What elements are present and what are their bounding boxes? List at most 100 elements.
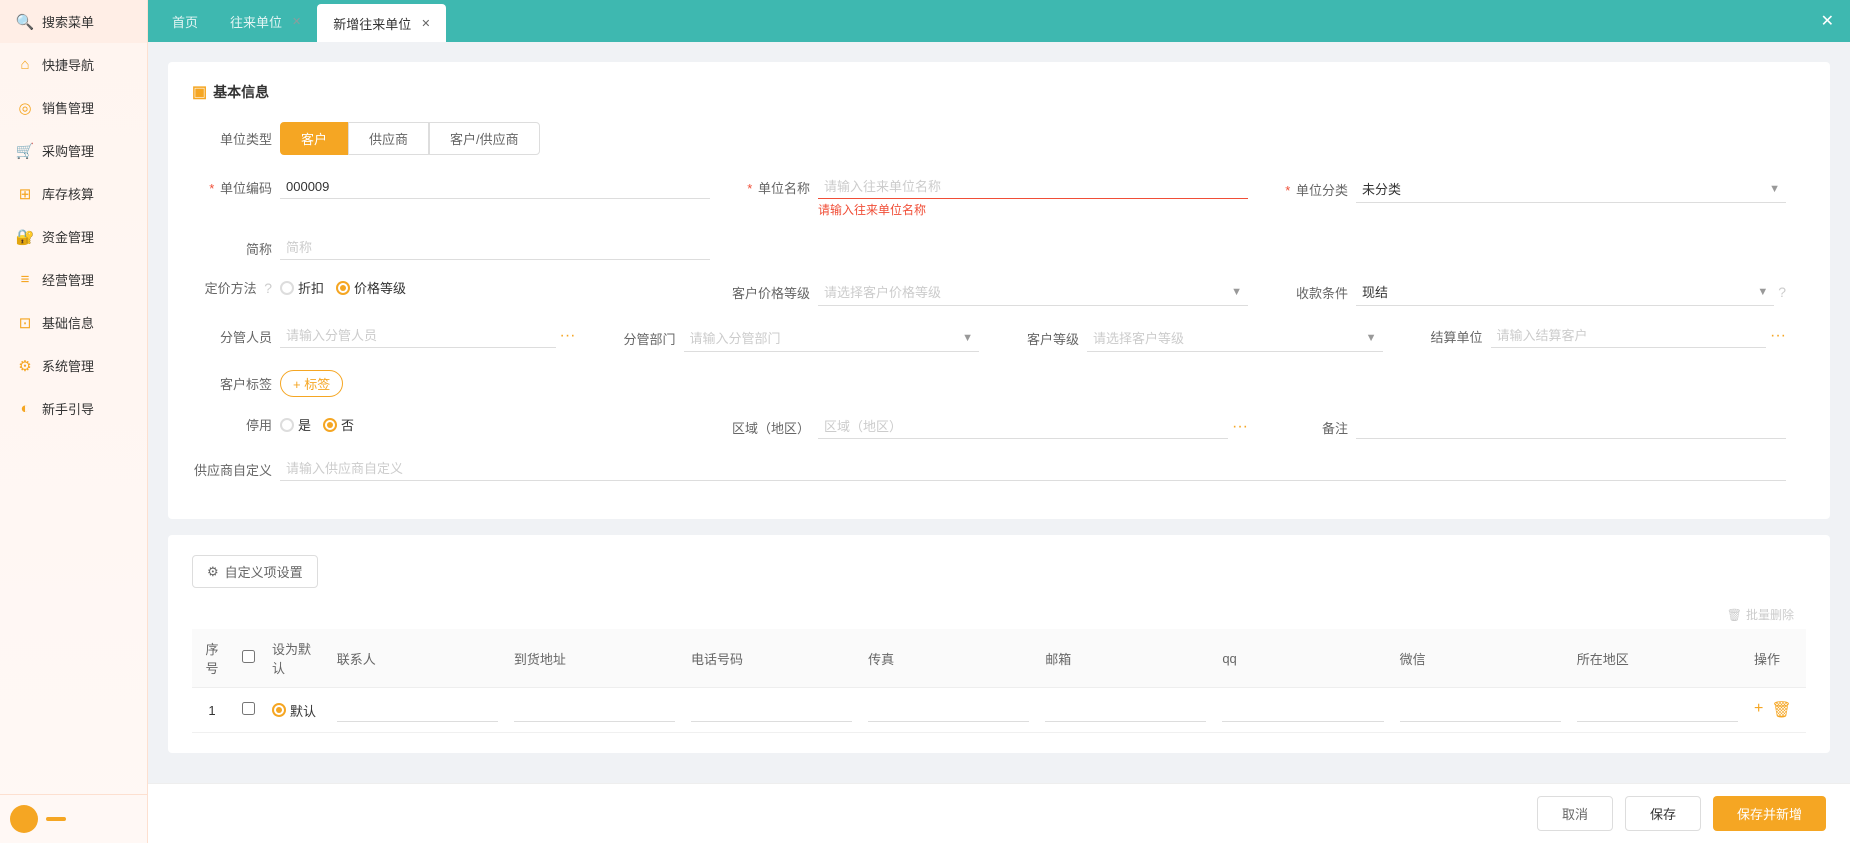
sidebar-item-purchase[interactable]: 🛒 采购管理 [0,129,147,172]
customer-level-select[interactable]: 请选择客户等级 ▼ [1087,324,1383,352]
payment-select[interactable]: 现结 ▼ [1356,278,1774,306]
fax-input[interactable] [868,698,1029,722]
row-region[interactable] [1569,688,1746,733]
sidebar-item-operations[interactable]: ≡ 经营管理 [0,258,147,301]
unit-code-input[interactable] [280,175,710,199]
main-area: 首页 往来单位 ✕ 新增往来单位 ✕ ✕ ▣ 基本信息 单位类型 客户 供应商 … [148,0,1850,843]
address-input[interactable] [514,698,675,722]
save-new-button[interactable]: 保存并新增 [1713,796,1826,831]
contact-input[interactable] [337,698,498,722]
sidebar-item-label: 基础信息 [42,313,94,332]
radio-disable-no[interactable]: 否 [323,415,354,434]
add-tag-label: + 标签 [293,374,330,393]
sidebar-item-label: 快捷导航 [42,55,94,74]
payment-help-icon[interactable]: ? [1778,284,1786,300]
manager-more-icon[interactable]: ··· [560,327,576,345]
manager-input[interactable] [280,324,556,348]
wechat-input[interactable] [1400,698,1561,722]
region-more-icon[interactable]: ··· [1232,418,1248,436]
form-row-tags: 客户标签 + 标签 [192,370,1806,397]
sidebar-item-basic[interactable]: ⊡ 基础信息 [0,301,147,344]
row-checkbox[interactable] [242,702,255,715]
sidebar-item-quick-nav[interactable]: ⌂ 快捷导航 [0,43,147,86]
add-tag-button[interactable]: + 标签 [280,370,343,397]
sidebar-item-label: 库存核算 [42,184,94,203]
radio-price-level[interactable]: 价格等级 [336,278,406,297]
tab-partners-close[interactable]: ✕ [292,15,301,28]
email-input[interactable] [1045,698,1206,722]
sidebar-item-inventory[interactable]: ⊞ 库存核算 [0,172,147,215]
sales-icon: ◎ [16,99,34,117]
sidebar-item-finance[interactable]: 🔐 资金管理 [0,215,147,258]
phone-input[interactable] [691,698,852,722]
field-dept: 分管部门 请输入分管部门 ▼ [596,324,980,352]
sidebar-item-label: 搜索菜单 [42,12,94,31]
col-contact: 联系人 [329,629,506,688]
tab-partners[interactable]: 往来单位 ✕ [214,0,317,42]
radio-disable-no-circle [323,418,337,432]
section-title: ▣ 基本信息 [192,82,1806,102]
form-content: ▣ 基本信息 单位类型 客户 供应商 客户/供应商 * 单位编码 [148,42,1850,783]
remark-input[interactable] [1356,415,1786,439]
unit-category-select[interactable]: 未分类 ▼ [1356,175,1786,203]
pricing-help-icon[interactable]: ? [264,280,272,296]
row-wechat[interactable] [1392,688,1569,733]
col-email: 邮箱 [1037,629,1214,688]
sidebar-item-sales[interactable]: ◎ 销售管理 [0,86,147,129]
radio-disable-yes-label: 是 [298,415,311,434]
row-fax[interactable] [860,688,1037,733]
row-phone[interactable] [683,688,860,733]
row-address[interactable] [506,688,683,733]
tab-new-partner[interactable]: 新增往来单位 ✕ [317,4,446,42]
payment-label: 收款条件 [1268,283,1348,302]
dept-select[interactable]: 请输入分管部门 ▼ [684,324,980,352]
short-name-input[interactable] [280,236,710,260]
sidebar-item-label: 采购管理 [42,141,94,160]
unit-name-input[interactable] [818,175,1248,199]
row-contact[interactable] [329,688,506,733]
unit-btn-customer[interactable]: 客户 [280,122,348,155]
col-fax: 传真 [860,629,1037,688]
tab-bar: 首页 往来单位 ✕ 新增往来单位 ✕ ✕ [148,0,1850,42]
col-action: 操作 [1746,629,1806,688]
supplier-custom-input[interactable] [280,457,1786,481]
region-table-input[interactable] [1577,698,1738,722]
select-all-checkbox[interactable] [242,650,255,663]
qq-input[interactable] [1222,698,1383,722]
row-qq[interactable] [1214,688,1391,733]
settlement-more-icon[interactable]: ··· [1770,327,1786,345]
chevron-down-icon: ▼ [1366,332,1377,344]
custom-setting-button[interactable]: ⚙ 自定义项设置 [192,555,318,588]
remark-label: 备注 [1268,418,1348,437]
row-default-radio[interactable]: 默认 [272,701,321,720]
row-default-label: 默认 [290,701,316,720]
window-close-button[interactable]: ✕ [1813,11,1842,31]
sidebar-item-system[interactable]: ⚙ 系统管理 [0,344,147,387]
settlement-label: 结算单位 [1403,327,1483,346]
radio-price-level-label: 价格等级 [354,278,406,297]
tab-home[interactable]: 首页 [156,0,214,42]
row-email[interactable] [1037,688,1214,733]
radio-discount[interactable]: 折扣 [280,278,324,297]
radio-dot [276,707,282,713]
field-short-name: 简称 [192,236,710,260]
sidebar-item-guide[interactable]: ◐ 新手引导 [0,387,147,430]
customer-price-select[interactable]: 请选择客户价格等级 ▼ [818,278,1248,306]
save-button[interactable]: 保存 [1625,796,1701,831]
unit-type-label: 单位类型 [192,129,272,148]
settlement-input[interactable] [1491,324,1767,348]
delete-row-button[interactable]: 🗑 [1771,700,1791,720]
batch-delete-button[interactable]: 🗑 批量删除 [1727,606,1794,623]
cancel-button[interactable]: 取消 [1537,796,1613,831]
field-manager: 分管人员 ··· [192,324,576,348]
tab-new-partner-close[interactable]: ✕ [421,17,430,30]
radio-disable-yes[interactable]: 是 [280,415,311,434]
add-row-button[interactable]: + [1754,700,1763,720]
unit-btn-both[interactable]: 客户/供应商 [429,122,540,155]
sidebar-item-search[interactable]: 🔍 搜索菜单 [0,0,147,43]
supplier-custom-label: 供应商自定义 [192,460,272,479]
region-input[interactable] [818,415,1228,439]
col-region: 所在地区 [1569,629,1746,688]
unit-btn-supplier[interactable]: 供应商 [348,122,429,155]
field-remark: 备注 [1268,415,1786,439]
